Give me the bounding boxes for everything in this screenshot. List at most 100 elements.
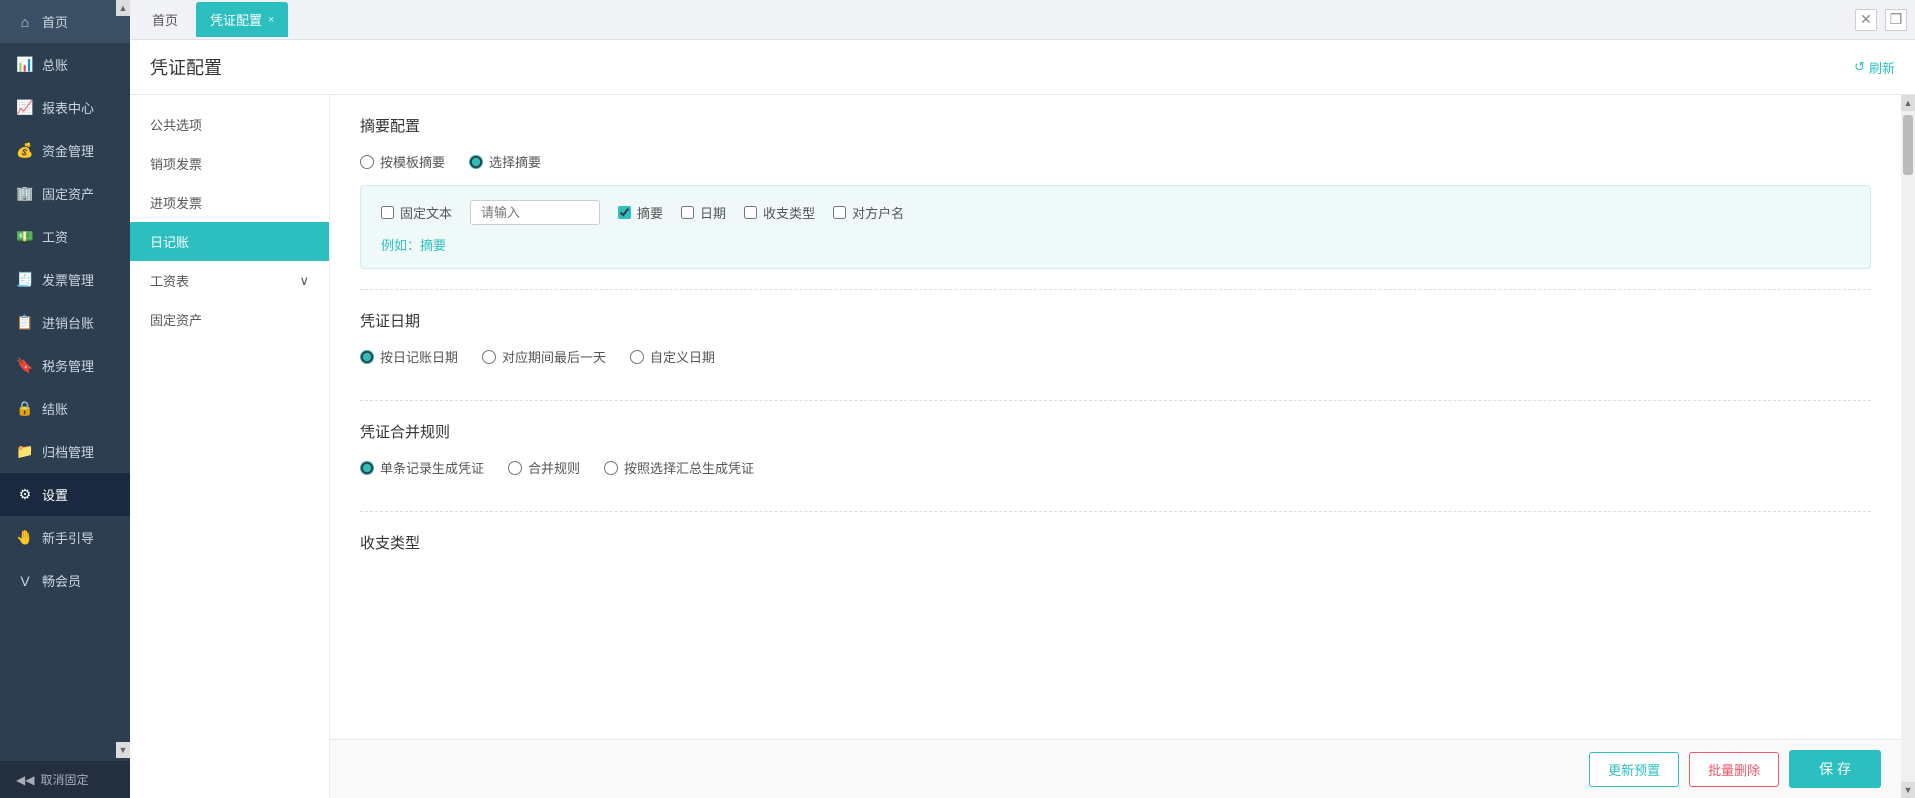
scroll-thumb[interactable] xyxy=(1903,115,1913,175)
left-nav-payroll-table-label: 工资表 xyxy=(150,271,189,290)
update-preview-button[interactable]: 更新预置 xyxy=(1589,752,1679,787)
radio-last-day-text: 对应期间最后一天 xyxy=(502,347,606,366)
radio-by-journal-label[interactable]: 按日记账日期 xyxy=(360,347,458,366)
checkbox-date-input[interactable] xyxy=(681,206,694,219)
tab-voucher-config[interactable]: 凭证配置 × xyxy=(196,2,288,37)
checkbox-fixed-text-input[interactable] xyxy=(381,206,394,219)
tab-restore-button[interactable]: ❐ xyxy=(1885,9,1907,31)
tab-bar: 首页 凭证配置 × ✕ ❐ xyxy=(130,0,1915,40)
main-area: 首页 凭证配置 × ✕ ❐ 凭证配置 ↺ 刷新 公共选项 销项发票 进 xyxy=(130,0,1915,798)
sidebar-item-label: 进销台账 xyxy=(42,313,94,332)
bottom-action-bar: 更新预置 批量删除 保 存 xyxy=(330,739,1901,798)
sidebar-item-close[interactable]: 🔒 结账 xyxy=(0,387,130,430)
batch-delete-button[interactable]: 批量删除 xyxy=(1689,752,1779,787)
radio-single-input[interactable] xyxy=(360,461,374,475)
radio-by-select-label[interactable]: 按照选择汇总生成凭证 xyxy=(604,458,754,477)
checkbox-counterpart-input[interactable] xyxy=(833,206,846,219)
radio-select-label: 选择摘要 xyxy=(489,152,541,171)
radio-merge-input[interactable] xyxy=(508,461,522,475)
tab-close-window-button[interactable]: ✕ xyxy=(1855,9,1877,31)
checkbox-payment-type-text: 收支类型 xyxy=(763,203,815,222)
checkbox-summary-label[interactable]: 摘要 xyxy=(618,203,663,222)
radio-by-journal-text: 按日记账日期 xyxy=(380,347,458,366)
sidebar-item-tax[interactable]: 🔖 税务管理 xyxy=(0,344,130,387)
left-nav-journal-label: 日记账 xyxy=(150,232,189,251)
checkbox-fixed-text-label[interactable]: 固定文本 xyxy=(381,203,452,222)
left-nav-purchase-invoice-label: 进项发票 xyxy=(150,193,202,212)
sidebar-item-label: 资金管理 xyxy=(42,141,94,160)
left-nav-sales-invoice[interactable]: 销项发票 xyxy=(130,144,329,183)
left-nav-fixed-assets[interactable]: 固定资产 xyxy=(130,300,329,339)
guide-icon: 🤚 xyxy=(16,529,34,546)
checkbox-counterpart-text: 对方户名 xyxy=(852,203,904,222)
vip-icon: V xyxy=(16,573,34,589)
sidebar-item-reports[interactable]: 📈 报表中心 xyxy=(0,86,130,129)
ledger-icon: 📊 xyxy=(16,56,34,73)
sidebar-scroll-down[interactable]: ▼ xyxy=(116,742,130,758)
left-nav-payroll-table[interactable]: 工资表 ∨ xyxy=(130,261,329,300)
refresh-icon: ↺ xyxy=(1854,59,1865,75)
sidebar-item-payroll[interactable]: 💵 工资 xyxy=(0,215,130,258)
sidebar-item-vip[interactable]: V 畅会员 xyxy=(0,559,130,602)
tab-home[interactable]: 首页 xyxy=(138,2,192,37)
left-nav-purchase-invoice[interactable]: 进项发票 xyxy=(130,183,329,222)
sidebar-item-assets[interactable]: 🏢 固定资产 xyxy=(0,172,130,215)
radio-single-label[interactable]: 单条记录生成凭证 xyxy=(360,458,484,477)
scroll-down-arrow[interactable]: ▼ xyxy=(1901,782,1915,798)
left-nav-fixed-assets-label: 固定资产 xyxy=(150,310,202,329)
voucher-date-radio-group: 按日记账日期 对应期间最后一天 自定义日期 xyxy=(360,347,1871,366)
fixed-text-input[interactable] xyxy=(470,200,600,225)
sidebar-item-archive[interactable]: 📁 归档管理 xyxy=(0,430,130,473)
radio-select-summary[interactable]: 选择摘要 xyxy=(469,152,541,171)
save-button[interactable]: 保 存 xyxy=(1789,750,1881,788)
radio-custom-label[interactable]: 自定义日期 xyxy=(630,347,715,366)
left-nav: 公共选项 销项发票 进项发票 日记账 工资表 ∨ 固定资产 xyxy=(130,95,330,798)
radio-single-text: 单条记录生成凭证 xyxy=(380,458,484,477)
scroll-up-arrow[interactable]: ▲ xyxy=(1901,95,1915,111)
refresh-button[interactable]: ↺ 刷新 xyxy=(1854,58,1895,77)
radio-merge-label[interactable]: 合并规则 xyxy=(508,458,580,477)
example-prefix: 例如： xyxy=(381,238,420,253)
sidebar-item-invoice-mgmt[interactable]: 🧾 发票管理 xyxy=(0,258,130,301)
close-account-icon: 🔒 xyxy=(16,400,34,417)
sidebar-item-funds[interactable]: 💰 资金管理 xyxy=(0,129,130,172)
checkbox-summary-input[interactable] xyxy=(618,206,631,219)
radio-template-input[interactable] xyxy=(360,155,374,169)
left-nav-journal[interactable]: 日记账 xyxy=(130,222,329,261)
tab-controls: ✕ ❐ xyxy=(1855,9,1907,31)
summary-config-section: 摘要配置 按模板摘要 选择摘要 xyxy=(360,115,1871,290)
radio-by-select-input[interactable] xyxy=(604,461,618,475)
pin-icon: ◀◀ xyxy=(16,773,34,787)
radio-last-day-input[interactable] xyxy=(482,350,496,364)
radio-last-day-label[interactable]: 对应期间最后一天 xyxy=(482,347,606,366)
checkbox-date-text: 日期 xyxy=(700,203,726,222)
checkbox-payment-type-input[interactable] xyxy=(744,206,757,219)
checkbox-payment-type-label[interactable]: 收支类型 xyxy=(744,203,815,222)
sidebar-unpin[interactable]: ◀◀ 取消固定 xyxy=(0,761,130,798)
radio-custom-input[interactable] xyxy=(630,350,644,364)
tab-close-icon[interactable]: × xyxy=(268,14,274,26)
funds-icon: 💰 xyxy=(16,142,34,159)
checkbox-date-label[interactable]: 日期 xyxy=(681,203,726,222)
sidebar-item-settings[interactable]: ⚙ 设置 xyxy=(0,473,130,516)
tab-home-label: 首页 xyxy=(152,10,178,29)
sidebar-item-ledger[interactable]: 📊 总账 xyxy=(0,43,130,86)
page-title: 凭证配置 xyxy=(150,54,222,80)
left-nav-public[interactable]: 公共选项 xyxy=(130,105,329,144)
sidebar-item-home[interactable]: ⌂ 首页 xyxy=(0,0,130,43)
summary-section-title: 摘要配置 xyxy=(360,115,1871,136)
left-nav-sales-invoice-label: 销项发票 xyxy=(150,154,202,173)
sidebar-item-sales-ledger[interactable]: 📋 进销台账 xyxy=(0,301,130,344)
sidebar-item-label: 总账 xyxy=(42,55,68,74)
tab-active-label: 凭证配置 xyxy=(210,10,262,29)
home-icon: ⌂ xyxy=(16,14,34,30)
checkbox-counterpart-label[interactable]: 对方户名 xyxy=(833,203,904,222)
radio-select-input[interactable] xyxy=(469,155,483,169)
radio-template-summary[interactable]: 按模板摘要 xyxy=(360,152,445,171)
example-text: 例如：摘要 xyxy=(381,235,1850,254)
sidebar-item-guide[interactable]: 🤚 新手引导 xyxy=(0,516,130,559)
sidebar-scroll-up[interactable]: ▲ xyxy=(116,0,130,16)
radio-by-journal-input[interactable] xyxy=(360,350,374,364)
sidebar-item-label: 工资 xyxy=(42,227,68,246)
payment-type-title: 收支类型 xyxy=(360,532,1871,553)
